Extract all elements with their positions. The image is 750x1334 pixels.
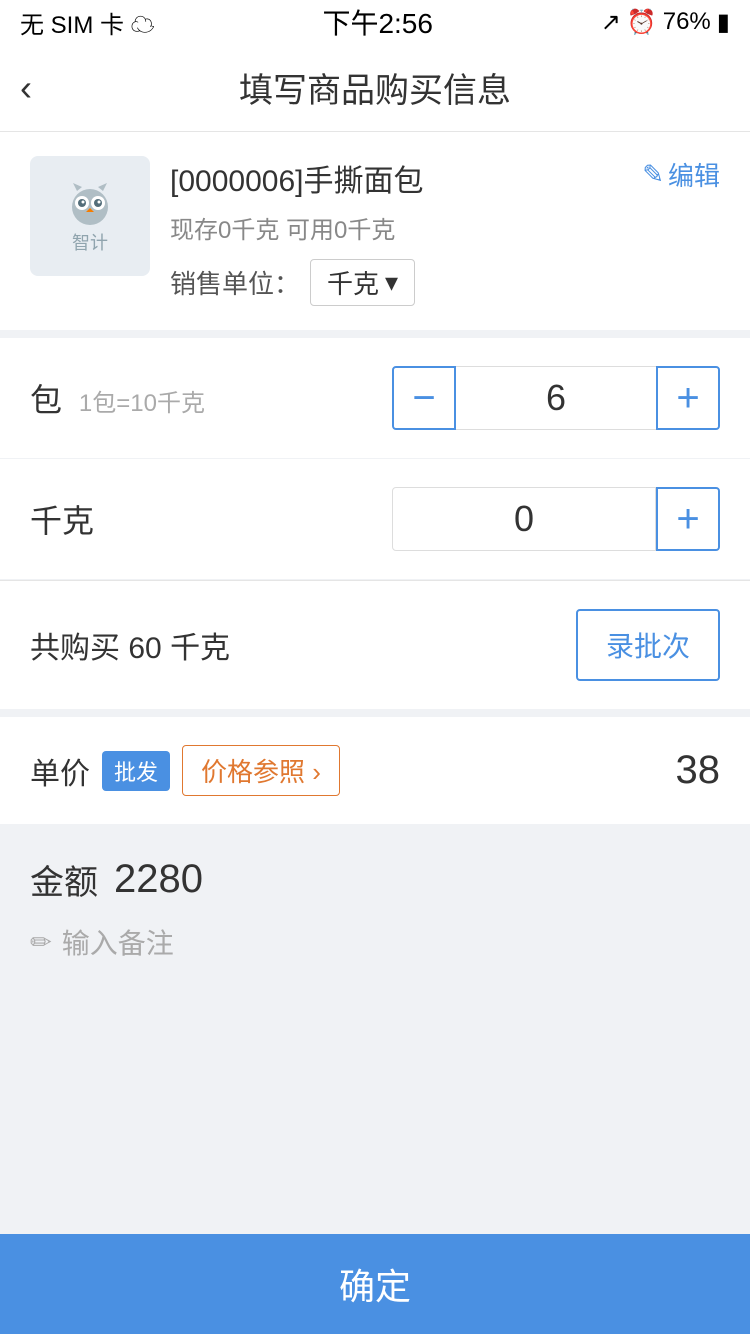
bao-minus-button[interactable]: − (392, 366, 456, 430)
product-card: 智计 [0000006]手撕面包 ✎ 编辑 现存0千克 可用0千克 销售单位： … (0, 132, 750, 338)
record-batch-button[interactable]: 录批次 (576, 609, 720, 681)
product-name-row: [0000006]手撕面包 ✎ 编辑 (170, 156, 720, 200)
price-label: 单价 (30, 749, 90, 793)
battery-text: 76% (663, 8, 711, 36)
dropdown-icon: ▾ (385, 267, 398, 298)
bao-qty-input[interactable] (456, 366, 656, 430)
unit-label: 销售单位： (170, 264, 300, 301)
price-value: 38 (676, 748, 721, 793)
price-section: 单价 批发 价格参照 › 38 (0, 717, 750, 825)
page-title: 填写商品购买信息 (239, 63, 511, 112)
confirm-button[interactable]: 确定 (0, 1234, 750, 1334)
amount-row: 金额 2280 (30, 855, 720, 904)
status-right: ↗ ⏰ 76% ▮ (601, 8, 730, 37)
product-name: [0000006]手撕面包 (170, 156, 642, 200)
remark-icon: ✏ (30, 927, 52, 958)
total-text: 共购买 60 千克 (30, 623, 230, 667)
amount-value: 2280 (114, 857, 203, 902)
bao-qty-control: − + (392, 366, 720, 430)
remark-row[interactable]: ✏ 输入备注 (30, 922, 720, 962)
price-tag: 批发 (102, 751, 170, 791)
price-ref-button[interactable]: 价格参照 › (182, 745, 340, 796)
sim-status: 无 SIM 卡 ☁ (20, 5, 155, 40)
total-qty-space (162, 632, 170, 665)
unit-select[interactable]: 千克 ▾ (310, 259, 415, 306)
bao-text: 包 (30, 382, 62, 418)
edit-button[interactable]: ✎ 编辑 (642, 156, 720, 193)
product-thumbnail: 智计 (30, 156, 150, 276)
total-prefix: 共购买 (30, 632, 120, 665)
total-qty-value: 60 (128, 632, 161, 665)
status-bar: 无 SIM 卡 ☁ 下午2:56 ↗ ⏰ 76% ▮ (0, 0, 750, 44)
amount-section: 金额 2280 ✏ 输入备注 (0, 825, 750, 962)
nav-bar: ‹ 填写商品购买信息 (0, 44, 750, 132)
product-info: [0000006]手撕面包 ✎ 编辑 现存0千克 可用0千克 销售单位： 千克 … (170, 156, 720, 306)
bao-plus-button[interactable]: + (656, 366, 720, 430)
alarm-icon: ⏰ (627, 8, 657, 37)
product-unit-row: 销售单位： 千克 ▾ (170, 259, 720, 306)
kg-label: 千克 (30, 496, 392, 542)
location-icon: ↗ (601, 8, 621, 37)
remark-placeholder: 输入备注 (62, 922, 174, 962)
bao-label: 包 1包=10千克 (30, 375, 392, 421)
qty-section: 包 1包=10千克 − + 千克 + (0, 338, 750, 581)
product-logo: 智计 (60, 177, 120, 255)
kg-plus-button[interactable]: + (656, 487, 720, 551)
amount-label: 金额 (30, 855, 98, 904)
bao-hint: 1包=10千克 (79, 390, 205, 417)
spacer (0, 962, 750, 1082)
status-left: 无 SIM 卡 ☁ (20, 5, 155, 40)
total-row: 共购买 60 千克 录批次 (0, 581, 750, 717)
status-time: 下午2:56 (322, 2, 433, 42)
kg-qty-input[interactable] (392, 487, 656, 551)
confirm-label: 确定 (339, 1258, 411, 1310)
kg-qty-row: 千克 + (0, 459, 750, 580)
kg-qty-control: + (392, 487, 720, 551)
edit-icon: ✎ (642, 159, 664, 190)
battery-icon: ▮ (717, 8, 730, 37)
product-stock: 现存0千克 可用0千克 (170, 210, 720, 245)
bao-qty-row: 包 1包=10千克 − + (0, 338, 750, 459)
unit-value: 千克 (327, 264, 379, 301)
logo-text: 智计 (72, 229, 108, 255)
back-button[interactable]: ‹ (20, 67, 32, 109)
edit-label: 编辑 (668, 156, 720, 193)
total-unit: 千克 (170, 632, 230, 665)
